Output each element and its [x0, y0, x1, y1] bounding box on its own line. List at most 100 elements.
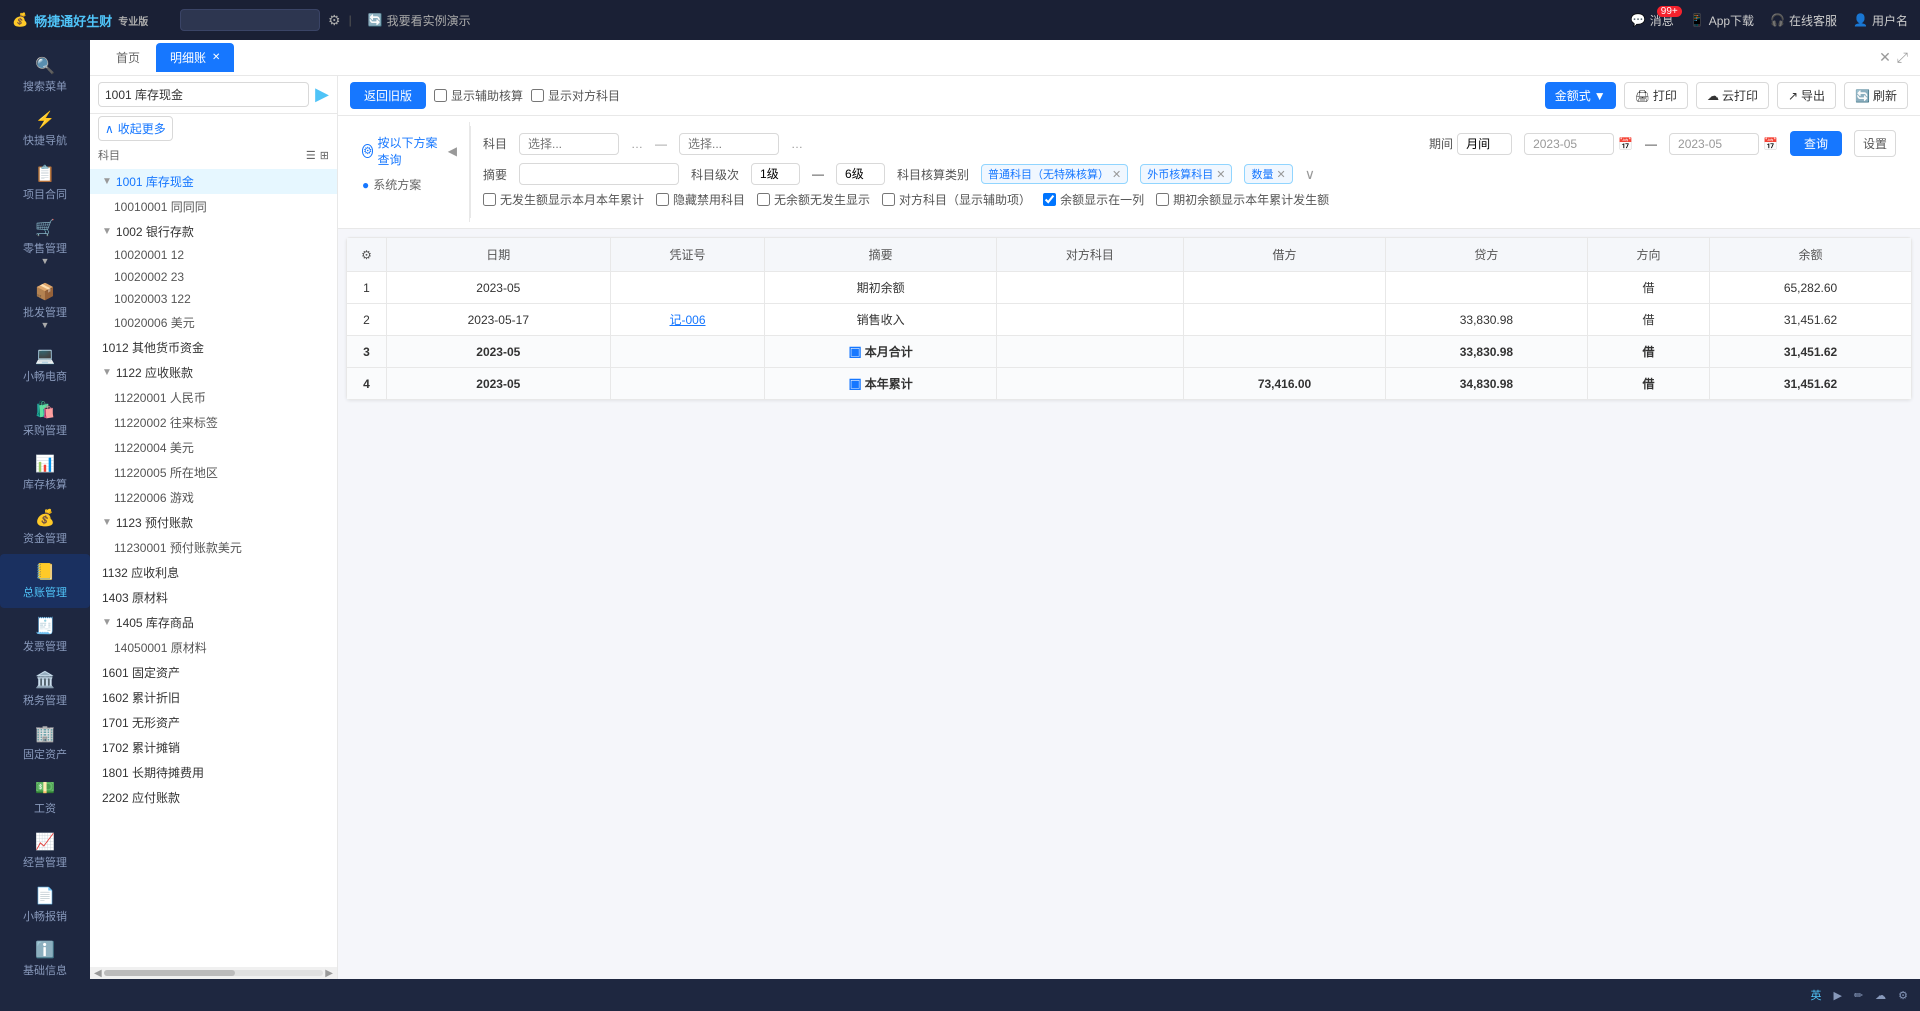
- sidebar-item-invoice[interactable]: 🧾 发票管理: [0, 608, 90, 662]
- show-opposite-checkbox[interactable]: 显示对方科目: [531, 87, 620, 104]
- tree-item-1702[interactable]: 1702 累计摊销: [90, 735, 337, 760]
- tree-item-2202[interactable]: 2202 应付账款: [90, 785, 337, 810]
- tree-item-1001[interactable]: ▼ 1001 库存现金: [90, 169, 337, 194]
- subject-nav-arrow[interactable]: ▶: [315, 84, 329, 105]
- tree-item-1012[interactable]: 1012 其他货币资金: [90, 335, 337, 360]
- print-button[interactable]: 🖨 打印: [1624, 82, 1688, 109]
- query-settings-button[interactable]: 设置: [1854, 130, 1896, 157]
- sidebar-item-salary[interactable]: 💵 工资: [0, 770, 90, 824]
- online-service-button[interactable]: 🎧 在线客服: [1770, 12, 1837, 29]
- calendar-from-icon[interactable]: 📅: [1618, 137, 1633, 151]
- tag-quantity[interactable]: 数量 ✕: [1244, 164, 1292, 184]
- tree-item-1403[interactable]: 1403 原材料: [90, 585, 337, 610]
- tree-item-11220006[interactable]: 11220006 游戏: [90, 485, 337, 510]
- tree-item-10010001[interactable]: 10010001 同同同: [90, 194, 337, 219]
- summary-input[interactable]: [519, 163, 679, 185]
- demo-link[interactable]: 🔄 我要看实例演示: [368, 12, 471, 29]
- export-button[interactable]: ↗ 导出: [1777, 82, 1836, 109]
- tab-close-all-icon[interactable]: ✕: [1879, 49, 1891, 66]
- calendar-to-icon[interactable]: 📅: [1763, 137, 1778, 151]
- cloud-print-button[interactable]: ☁ 云打印: [1696, 82, 1769, 109]
- cb-no-amount[interactable]: 无发生额显示本月本年累计: [483, 191, 644, 208]
- tree-item-11220004[interactable]: 11220004 美元: [90, 435, 337, 460]
- sidebar-item-sales-report[interactable]: 📄 小畅报销: [0, 878, 90, 932]
- tree-item-11220001[interactable]: 11220001 人民币: [90, 385, 337, 410]
- tab-fullscreen-icon[interactable]: ⤢: [1897, 49, 1908, 66]
- cb-balance-one-col[interactable]: 余额显示在一列: [1043, 191, 1144, 208]
- sidebar-item-stock[interactable]: 📊 库存核算: [0, 446, 90, 500]
- tag-foreign-currency[interactable]: 外币核算科目 ✕: [1140, 164, 1232, 184]
- query-search-button[interactable]: 查询: [1790, 131, 1842, 156]
- sidebar-item-quick-nav[interactable]: ⚡ 快捷导航: [0, 102, 90, 156]
- back-to-old-button[interactable]: 返回旧版: [350, 82, 426, 109]
- tab-ledger[interactable]: 明细账 ✕: [156, 43, 234, 72]
- sidebar-item-purchase[interactable]: 🛍️ 采购管理: [0, 392, 90, 446]
- bottom-arrow-button[interactable]: ▶: [1833, 989, 1841, 1002]
- sidebar-item-wholesale[interactable]: 📦 批发管理 ▼: [0, 274, 90, 338]
- period-from-input[interactable]: [1524, 133, 1614, 155]
- tree-item-11230001[interactable]: 11230001 预付账款美元: [90, 535, 337, 560]
- show-aux-calc-checkbox[interactable]: 显示辅助核算: [434, 87, 523, 104]
- tag-normal-subject[interactable]: 普通科目（无特殊核算） ✕: [981, 164, 1128, 184]
- cb-opposite-subject[interactable]: 对方科目（显示辅助项）: [882, 191, 1031, 208]
- tree-item-1122[interactable]: ▼ 1122 应收账款: [90, 360, 337, 385]
- collapse-more-button[interactable]: ∧ 收起更多: [98, 116, 173, 141]
- col-settings[interactable]: ⚙: [347, 238, 387, 272]
- message-button[interactable]: 💬 消息 99+: [1631, 12, 1674, 29]
- tree-scroll-bar[interactable]: ◀ ▶: [90, 967, 337, 979]
- bottom-lang-switch[interactable]: 英: [1810, 987, 1821, 1003]
- voucher-link-2[interactable]: 记-006: [669, 313, 705, 327]
- tree-item-11220002[interactable]: 11220002 往来标签: [90, 410, 337, 435]
- tree-item-10020006[interactable]: 10020006 美元: [90, 310, 337, 335]
- tree-item-11220005[interactable]: 11220005 所在地区: [90, 460, 337, 485]
- tree-item-1602[interactable]: 1602 累计折旧: [90, 685, 337, 710]
- sidebar-item-search[interactable]: 🔍 搜索菜单: [0, 48, 90, 102]
- topbar-search-input[interactable]: [180, 9, 320, 31]
- tree-list-icon[interactable]: ☰: [306, 149, 316, 162]
- table-settings-icon[interactable]: ⚙: [361, 248, 372, 262]
- scroll-right-icon[interactable]: ▶: [325, 968, 333, 979]
- period-to-input[interactable]: [1669, 133, 1759, 155]
- tag-foreign-close[interactable]: ✕: [1216, 168, 1225, 181]
- query-scheme-button[interactable]: ⚙ 按以下方案查询 ◀: [358, 130, 461, 172]
- level-to-select[interactable]: 6级: [836, 163, 885, 185]
- tree-item-1601[interactable]: 1601 固定资产: [90, 660, 337, 685]
- system-scheme-option[interactable]: ● 系统方案: [358, 172, 461, 197]
- tree-item-1801[interactable]: 1801 长期待摊费用: [90, 760, 337, 785]
- bottom-cloud-button[interactable]: ☁: [1875, 989, 1886, 1002]
- tag-normal-close[interactable]: ✕: [1112, 168, 1121, 181]
- tab-ledger-close[interactable]: ✕: [212, 52, 220, 63]
- sidebar-item-basic[interactable]: ℹ️ 基础信息: [0, 932, 90, 979]
- subject-from-input[interactable]: [519, 133, 619, 155]
- tree-expand-icon[interactable]: ⊞: [320, 149, 329, 162]
- tree-item-10020002[interactable]: 10020002 23: [90, 266, 337, 288]
- sidebar-item-finance[interactable]: 💰 资金管理: [0, 500, 90, 554]
- tree-item-1123[interactable]: ▼ 1123 预付账款: [90, 510, 337, 535]
- tag-quantity-close[interactable]: ✕: [1276, 168, 1285, 181]
- sidebar-item-assets[interactable]: 🏢 固定资产: [0, 716, 90, 770]
- sidebar-item-ecommerce[interactable]: 💻 小畅电商: [0, 338, 90, 392]
- tree-item-1132[interactable]: 1132 应收利息: [90, 560, 337, 585]
- bottom-settings-button[interactable]: ⚙: [1898, 989, 1908, 1002]
- period-type-select[interactable]: 月间: [1457, 133, 1512, 155]
- topbar-settings-icon[interactable]: ⚙: [328, 12, 341, 29]
- bottom-edit-button[interactable]: ✏: [1854, 989, 1863, 1002]
- tree-item-1002[interactable]: ▼ 1002 银行存款: [90, 219, 337, 244]
- tab-home[interactable]: 首页: [102, 43, 154, 72]
- refresh-button[interactable]: 🔄 刷新: [1844, 82, 1908, 109]
- cb-no-balance[interactable]: 无余额无发生显示: [757, 191, 870, 208]
- sidebar-item-retail[interactable]: 🛒 零售管理 ▼: [0, 210, 90, 274]
- subject-to-input[interactable]: [679, 133, 779, 155]
- tree-item-1701[interactable]: 1701 无形资产: [90, 710, 337, 735]
- sidebar-item-project[interactable]: 📋 项目合同: [0, 156, 90, 210]
- sidebar-item-general[interactable]: 📒 总账管理: [0, 554, 90, 608]
- app-download-button[interactable]: 📱 App下载: [1690, 12, 1754, 29]
- cb-opening-balance[interactable]: 期初余额显示本年累计发生额: [1156, 191, 1329, 208]
- user-avatar[interactable]: 👤 用户名: [1853, 12, 1908, 29]
- tree-item-10020001[interactable]: 10020001 12: [90, 244, 337, 266]
- level-from-select[interactable]: 1级: [751, 163, 800, 185]
- scroll-left-icon[interactable]: ◀: [94, 968, 102, 979]
- cb-hide-disabled[interactable]: 隐藏禁用科目: [656, 191, 745, 208]
- tree-item-10020003[interactable]: 10020003 122: [90, 288, 337, 310]
- sidebar-item-tax[interactable]: 🏛️ 税务管理: [0, 662, 90, 716]
